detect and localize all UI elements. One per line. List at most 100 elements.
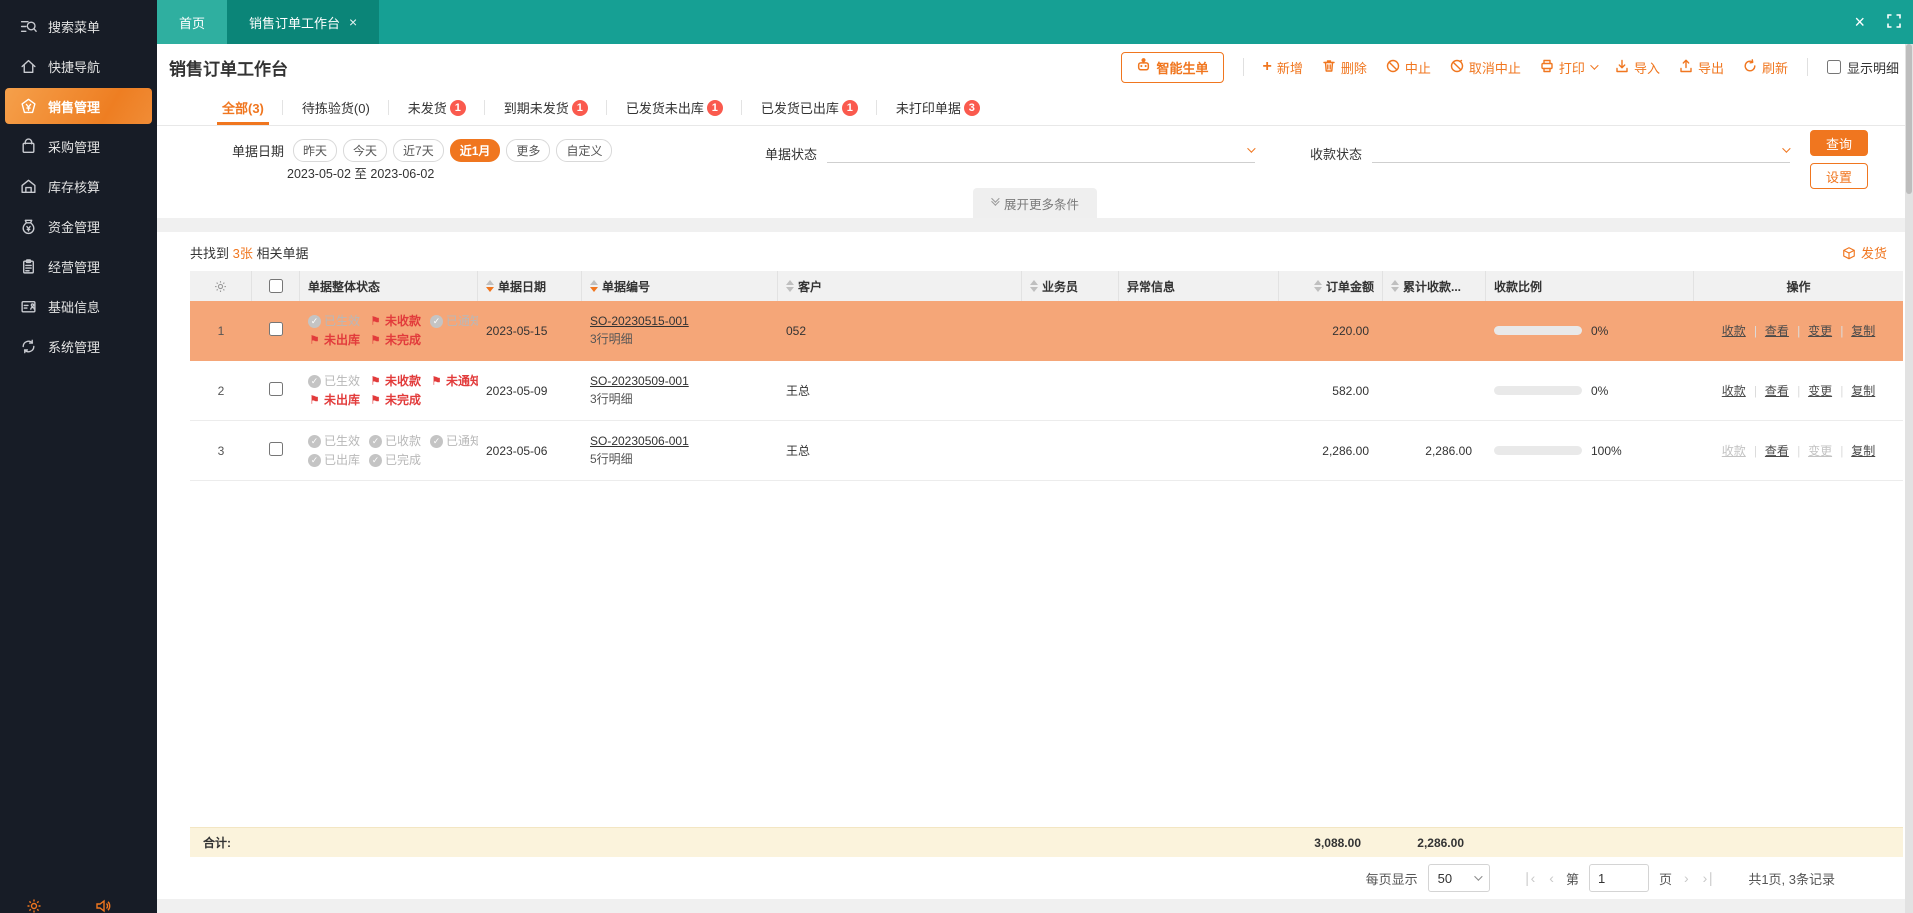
sort-icon[interactable] [486,280,494,292]
order-number-link[interactable]: SO-20230515-001 [590,314,689,328]
close-window-icon[interactable]: × [1854,13,1865,31]
sidebar-item-search-menu[interactable]: 搜索菜单 [5,8,152,44]
table-row[interactable]: 2 已生效 未收款 未通知 未出库 未完成 [190,361,1903,421]
change-action[interactable]: 变更 [1808,382,1832,399]
filter-tab-shipped-out[interactable]: 已发货已出库 1 [742,90,877,125]
cancel-abort-button[interactable]: 取消中止 [1450,58,1521,77]
payment-status-select[interactable] [1372,139,1791,163]
filter-tab-unprinted[interactable]: 未打印单据 3 [877,90,999,125]
date-range-value[interactable]: 2023-05-02 至 2023-06-02 [287,163,434,182]
ship-link[interactable]: 发货 [1842,243,1887,262]
col-salesman[interactable]: 业务员 [1022,271,1119,301]
tab-close-icon[interactable]: × [349,14,357,30]
tab-home[interactable]: 首页 [157,0,228,44]
prev-page-icon[interactable]: ‹ [1547,870,1556,886]
show-detail-checkbox[interactable] [1826,60,1841,74]
per-page-select[interactable]: 50 [1427,864,1490,892]
pill-yesterday[interactable]: 昨天 [293,139,338,162]
view-action[interactable]: 查看 [1765,382,1789,399]
sort-icon[interactable] [1391,280,1399,292]
pill-more[interactable]: 更多 [506,139,551,162]
receive-payment-action[interactable]: 收款 [1722,382,1746,399]
filter-tab-unshipped[interactable]: 未发货 1 [389,90,485,125]
filter-tab-overdue-unshipped[interactable]: 到期未发货 1 [485,90,607,125]
refresh-button[interactable]: 刷新 [1743,58,1788,77]
copy-action[interactable]: 复制 [1851,442,1875,459]
col-number[interactable]: 单据编号 [582,271,778,301]
copy-action[interactable]: 复制 [1851,382,1875,399]
col-amount[interactable]: 订单金额 [1279,271,1383,301]
expand-more-conditions[interactable]: 展开更多条件 [972,188,1097,218]
filter-buttons: 查询 设置 [1810,130,1868,189]
sidebar-item-operations[interactable]: 经营管理 [5,248,152,284]
smart-generate-button[interactable]: 智能生单 [1120,51,1224,83]
select-all-cell[interactable] [252,271,300,301]
copy-action[interactable]: 复制 [1851,322,1875,339]
change-action[interactable]: 变更 [1808,322,1832,339]
flag-icon [369,375,382,388]
sidebar-item-sales[interactable]: 销售管理 [5,88,152,124]
scrollbar-thumb[interactable] [1906,44,1912,194]
last-page-icon[interactable]: ›∣ [1701,870,1717,887]
status-chip: 未出库 [308,391,360,410]
doc-status-select[interactable] [827,139,1256,163]
sort-icon[interactable] [786,280,794,292]
sidebar-item-quick-nav[interactable]: 快捷导航 [5,48,152,84]
view-action[interactable]: 查看 [1765,442,1789,459]
speaker-icon[interactable] [95,898,111,913]
row-select-cell[interactable] [252,382,300,399]
row-checkbox[interactable] [269,382,283,396]
row-select-cell[interactable] [252,442,300,459]
status-chip: 已生效 [308,312,360,331]
vertical-scrollbar[interactable] [1905,44,1913,913]
col-ratio[interactable]: 收款比例 [1486,271,1694,301]
table-row[interactable]: 1 已生效 未收款 已通知 未出库 未完成 [190,301,1903,361]
page-number-input[interactable] [1588,864,1649,892]
print-button[interactable]: 打印 [1540,58,1599,77]
abort-button[interactable]: 中止 [1386,58,1431,77]
col-customer[interactable]: 客户 [778,271,1022,301]
col-exception[interactable]: 异常信息 [1119,271,1279,301]
filter-tab-shipped-not-out[interactable]: 已发货未出库 1 [607,90,742,125]
sidebar-item-funds[interactable]: 资金管理 [5,208,152,244]
show-detail-toggle[interactable]: 显示明细 [1826,58,1899,77]
pill-last-month[interactable]: 近1月 [449,139,501,162]
settings-button[interactable]: 设置 [1810,163,1868,189]
filter-tab-to-pick[interactable]: 待拣验货(0) [283,90,389,125]
col-received[interactable]: 累计收款... [1383,271,1486,301]
table-row[interactable]: 3 已生效 已收款 已通知 已出库 已完成 [190,421,1903,481]
row-select-cell[interactable] [252,322,300,339]
pill-last7days[interactable]: 近7天 [393,139,444,162]
col-status[interactable]: 单据整体状态 [300,271,478,301]
filter-tab-all[interactable]: 全部(3) [203,90,283,125]
sidebar-item-purchase[interactable]: 采购管理 [5,128,152,164]
column-settings[interactable] [190,271,252,301]
order-number-link[interactable]: SO-20230509-001 [590,374,689,388]
query-button[interactable]: 查询 [1810,130,1868,156]
next-page-icon[interactable]: › [1682,870,1691,886]
sidebar-item-inventory[interactable]: 库存核算 [5,168,152,204]
select-all-checkbox[interactable] [268,279,283,293]
fullscreen-icon[interactable] [1887,13,1901,31]
order-number-link[interactable]: SO-20230506-001 [590,434,689,448]
sort-icon[interactable] [590,280,598,292]
settings-gear-icon[interactable] [26,898,42,913]
col-date[interactable]: 单据日期 [478,271,582,301]
delete-button[interactable]: 删除 [1322,58,1367,77]
view-action[interactable]: 查看 [1765,322,1789,339]
sidebar-item-system[interactable]: 系统管理 [5,328,152,364]
sort-icon[interactable] [1313,280,1322,292]
row-checkbox[interactable] [269,442,283,456]
sidebar-item-basic-info[interactable]: 基础信息 [5,288,152,324]
pill-custom[interactable]: 自定义 [556,139,613,162]
tab-sales-order-workbench[interactable]: 销售订单工作台 × [227,0,380,44]
first-page-icon[interactable]: ∣‹ [1522,870,1538,887]
import-button[interactable]: 导入 [1615,58,1660,77]
col-status-label: 单据整体状态 [308,279,381,294]
sort-icon[interactable] [1030,280,1038,292]
receive-payment-action[interactable]: 收款 [1722,322,1746,339]
add-button[interactable]: + 新增 [1263,58,1303,77]
pill-today[interactable]: 今天 [343,139,388,162]
row-checkbox[interactable] [269,322,283,336]
export-button[interactable]: 导出 [1679,58,1724,77]
